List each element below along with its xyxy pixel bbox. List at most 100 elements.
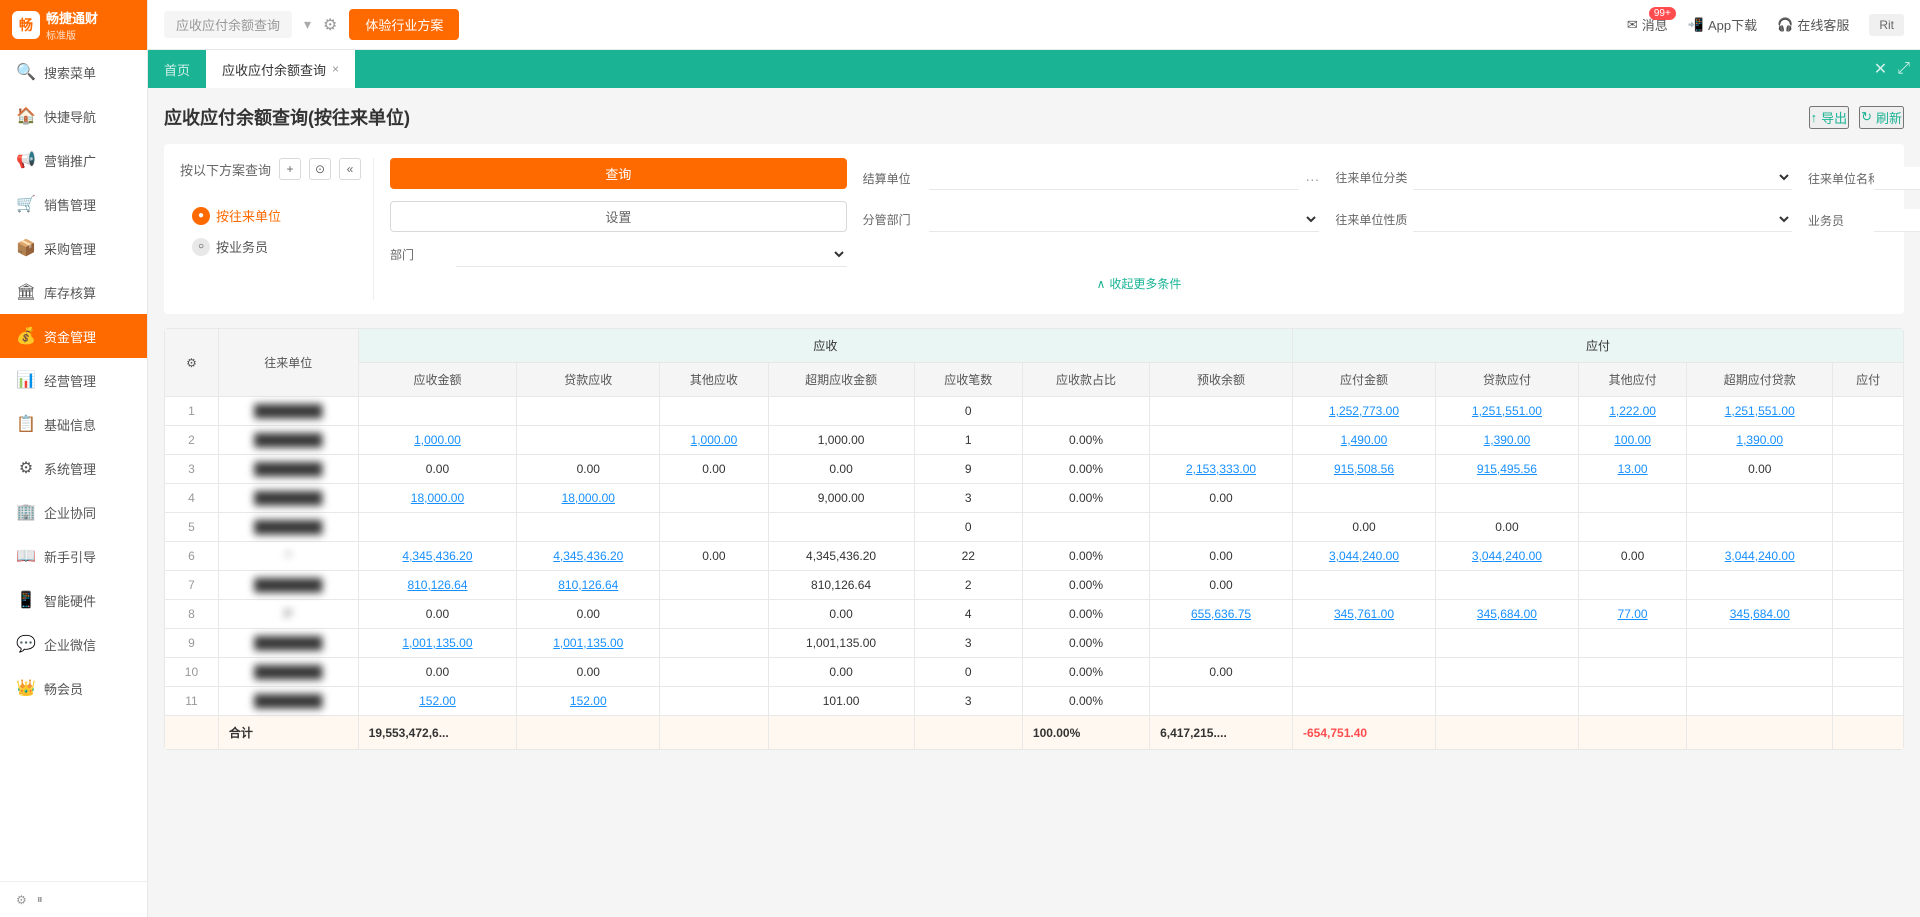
cell-ap-amount[interactable]: 3,044,240.00 xyxy=(1293,542,1436,571)
cell-ar-loan[interactable]: 810,126.64 xyxy=(517,571,660,600)
cell-ar-amount[interactable]: 152.00 xyxy=(358,687,517,716)
settings-button[interactable]: 设置 xyxy=(390,201,847,232)
sidebar-item-sales[interactable]: 🛒 销售管理 xyxy=(0,182,147,226)
window-expand-icon[interactable]: ⤢ xyxy=(1897,60,1910,78)
cell-ap-overdue[interactable]: 1,251,551.00 xyxy=(1687,397,1833,426)
cell-ar-loan[interactable]: 4,345,436.20 xyxy=(517,542,660,571)
sidebar-settings-icon[interactable]: ⚙ xyxy=(16,893,27,907)
salesperson-input[interactable] xyxy=(1874,209,1920,232)
footer-ar-amount[interactable]: 19,553,472,6... xyxy=(358,716,517,750)
cell-ar-loan[interactable]: 152.00 xyxy=(517,687,660,716)
cell-ar-loan[interactable]: 18,000.00 xyxy=(517,484,660,513)
cell-ap-loan[interactable]: 345,684.00 xyxy=(1435,600,1578,629)
scheme-by-unit[interactable]: ● 按往来单位 xyxy=(180,200,361,231)
sales-icon: 🛒 xyxy=(16,194,36,214)
sidebar-item-basic[interactable]: 📋 基础信息 xyxy=(0,402,147,446)
sidebar-item-operation[interactable]: 📊 经营管理 xyxy=(0,358,147,402)
cell-ap-other[interactable]: 13.00 xyxy=(1578,455,1686,484)
filter-settings-btn[interactable]: ⊙ xyxy=(309,158,331,180)
app-download-action[interactable]: 📲 App下载 xyxy=(1688,15,1757,34)
counterpart-nature-select[interactable] xyxy=(1413,207,1792,232)
cell-ap-loan[interactable]: 915,495.56 xyxy=(1435,455,1578,484)
sidebar-item-purchase[interactable]: 📦 采购管理 xyxy=(0,226,147,270)
cell-ap-overdue[interactable]: 1,390.00 xyxy=(1687,426,1833,455)
cell-ar-overdue: 810,126.64 xyxy=(768,571,914,600)
sidebar-item-label: 搜索菜单 xyxy=(44,63,96,82)
sidebar-item-warehouse[interactable]: 🏛 库存核算 xyxy=(0,270,147,314)
table-gear-icon[interactable]: ⚙ xyxy=(186,356,197,370)
sidebar-item-member[interactable]: 👑 畅会员 xyxy=(0,666,147,710)
cell-ap-overdue xyxy=(1687,658,1833,687)
sidebar-item-finance[interactable]: 💰 资金管理 xyxy=(0,314,147,358)
cell-ap-loan[interactable]: 1,390.00 xyxy=(1435,426,1578,455)
cell-ap-amount[interactable]: 1,252,773.00 xyxy=(1293,397,1436,426)
cell-ap-amount xyxy=(1293,629,1436,658)
logo-icon: 畅 xyxy=(12,11,40,39)
export-button[interactable]: ↑ 导出 xyxy=(1809,106,1850,129)
export-icon: ↑ xyxy=(1811,110,1818,125)
cell-ar-amount[interactable]: 18,000.00 xyxy=(358,484,517,513)
sidebar-item-label: 快捷导航 xyxy=(44,107,96,126)
solution-button[interactable]: 体验行业方案 xyxy=(349,9,459,40)
sidebar-collapse-icon[interactable]: ⏸ xyxy=(37,892,43,907)
sidebar-item-enterprise[interactable]: 🏢 企业协同 xyxy=(0,490,147,534)
cell-ar-overdue: 0.00 xyxy=(768,600,914,629)
dept-manager-select[interactable] xyxy=(929,207,1320,232)
cell-ap-other[interactable]: 77.00 xyxy=(1578,600,1686,629)
cell-num: 2 xyxy=(165,426,219,455)
cell-ar-prepay: 0.00 xyxy=(1150,571,1293,600)
table-row: 9 ████████ 1,001,135.00 1,001,135.00 1,0… xyxy=(165,629,1904,658)
cell-ap-overdue[interactable]: 345,684.00 xyxy=(1687,600,1833,629)
filter-add-btn[interactable]: + xyxy=(279,158,301,180)
cell-ar-other[interactable]: 1,000.00 xyxy=(660,426,768,455)
topbar-dropdown-icon[interactable]: ▾ xyxy=(304,16,311,33)
cell-ap-extra xyxy=(1833,455,1904,484)
cell-ar-amount[interactable]: 810,126.64 xyxy=(358,571,517,600)
tab-receivable[interactable]: 应收应付余额查询 × xyxy=(206,50,355,88)
sidebar-item-guide[interactable]: 📖 新手引导 xyxy=(0,534,147,578)
cell-ar-prepay: 0.00 xyxy=(1150,542,1293,571)
tab-home[interactable]: 首页 xyxy=(148,50,206,88)
sidebar-item-marketing[interactable]: 📢 营销推广 xyxy=(0,138,147,182)
cell-ar-overdue: 0.00 xyxy=(768,455,914,484)
cell-ap-overdue[interactable]: 3,044,240.00 xyxy=(1687,542,1833,571)
service-action[interactable]: 🎧 在线客服 xyxy=(1777,15,1849,34)
query-button[interactable]: 查询 xyxy=(390,158,847,189)
cell-ar-amount[interactable]: 1,001,135.00 xyxy=(358,629,517,658)
sidebar-item-system[interactable]: ⚙ 系统管理 xyxy=(0,446,147,490)
sidebar-item-wechat[interactable]: 💬 企业微信 xyxy=(0,622,147,666)
sidebar-item-search-menu[interactable]: 🔍 搜索菜单 xyxy=(0,50,147,94)
cell-ar-overdue xyxy=(768,397,914,426)
table-row: 1 ████████ 0 1,252,773.00 1,251,551.00 1… xyxy=(165,397,1904,426)
footer-ar-prepay[interactable]: 6,417,215.... xyxy=(1150,716,1293,750)
cell-ar-overdue: 1,001,135.00 xyxy=(768,629,914,658)
message-action[interactable]: ✉ 消息 99+ xyxy=(1627,15,1668,34)
topbar-gear-icon[interactable]: ⚙ xyxy=(323,15,337,35)
cell-ap-other[interactable]: 100.00 xyxy=(1578,426,1686,455)
cell-ap-loan[interactable]: 3,044,240.00 xyxy=(1435,542,1578,571)
filter-collapse-btn[interactable]: « xyxy=(339,158,361,180)
sidebar-item-label: 采购管理 xyxy=(44,239,96,258)
counterpart-category-select[interactable] xyxy=(1413,165,1792,190)
cell-ap-amount[interactable]: 345,761.00 xyxy=(1293,600,1436,629)
cell-ap-amount[interactable]: 1,490.00 xyxy=(1293,426,1436,455)
cell-ap-loan[interactable]: 1,251,551.00 xyxy=(1435,397,1578,426)
cell-ap-amount[interactable]: 915,508.56 xyxy=(1293,455,1436,484)
sidebar-item-hardware[interactable]: 📱 智能硬件 xyxy=(0,578,147,622)
tab-close-icon[interactable]: × xyxy=(332,62,339,76)
cell-ap-other[interactable]: 1,222.00 xyxy=(1578,397,1686,426)
dept-select[interactable] xyxy=(456,242,847,267)
user-info[interactable]: Rit xyxy=(1869,14,1904,36)
window-close-icon[interactable]: ✕ xyxy=(1874,59,1887,79)
collapse-conditions[interactable]: ∧ 收起更多条件 xyxy=(390,267,1888,300)
cell-ar-loan[interactable]: 1,001,135.00 xyxy=(517,629,660,658)
sidebar-item-quick-nav[interactable]: 🏠 快捷导航 xyxy=(0,94,147,138)
cell-ar-amount[interactable]: 1,000.00 xyxy=(358,426,517,455)
cell-ar-prepay[interactable]: 2,153,333.00 xyxy=(1150,455,1293,484)
scheme-by-staff[interactable]: ○ 按业务员 xyxy=(180,231,361,262)
cell-ar-prepay[interactable]: 655,636.75 xyxy=(1150,600,1293,629)
refresh-button[interactable]: ↻ 刷新 xyxy=(1859,106,1904,129)
cell-ar-amount[interactable]: 4,345,436.20 xyxy=(358,542,517,571)
counterpart-name-input[interactable] xyxy=(1874,167,1920,190)
settlement-input[interactable] xyxy=(929,167,1300,190)
